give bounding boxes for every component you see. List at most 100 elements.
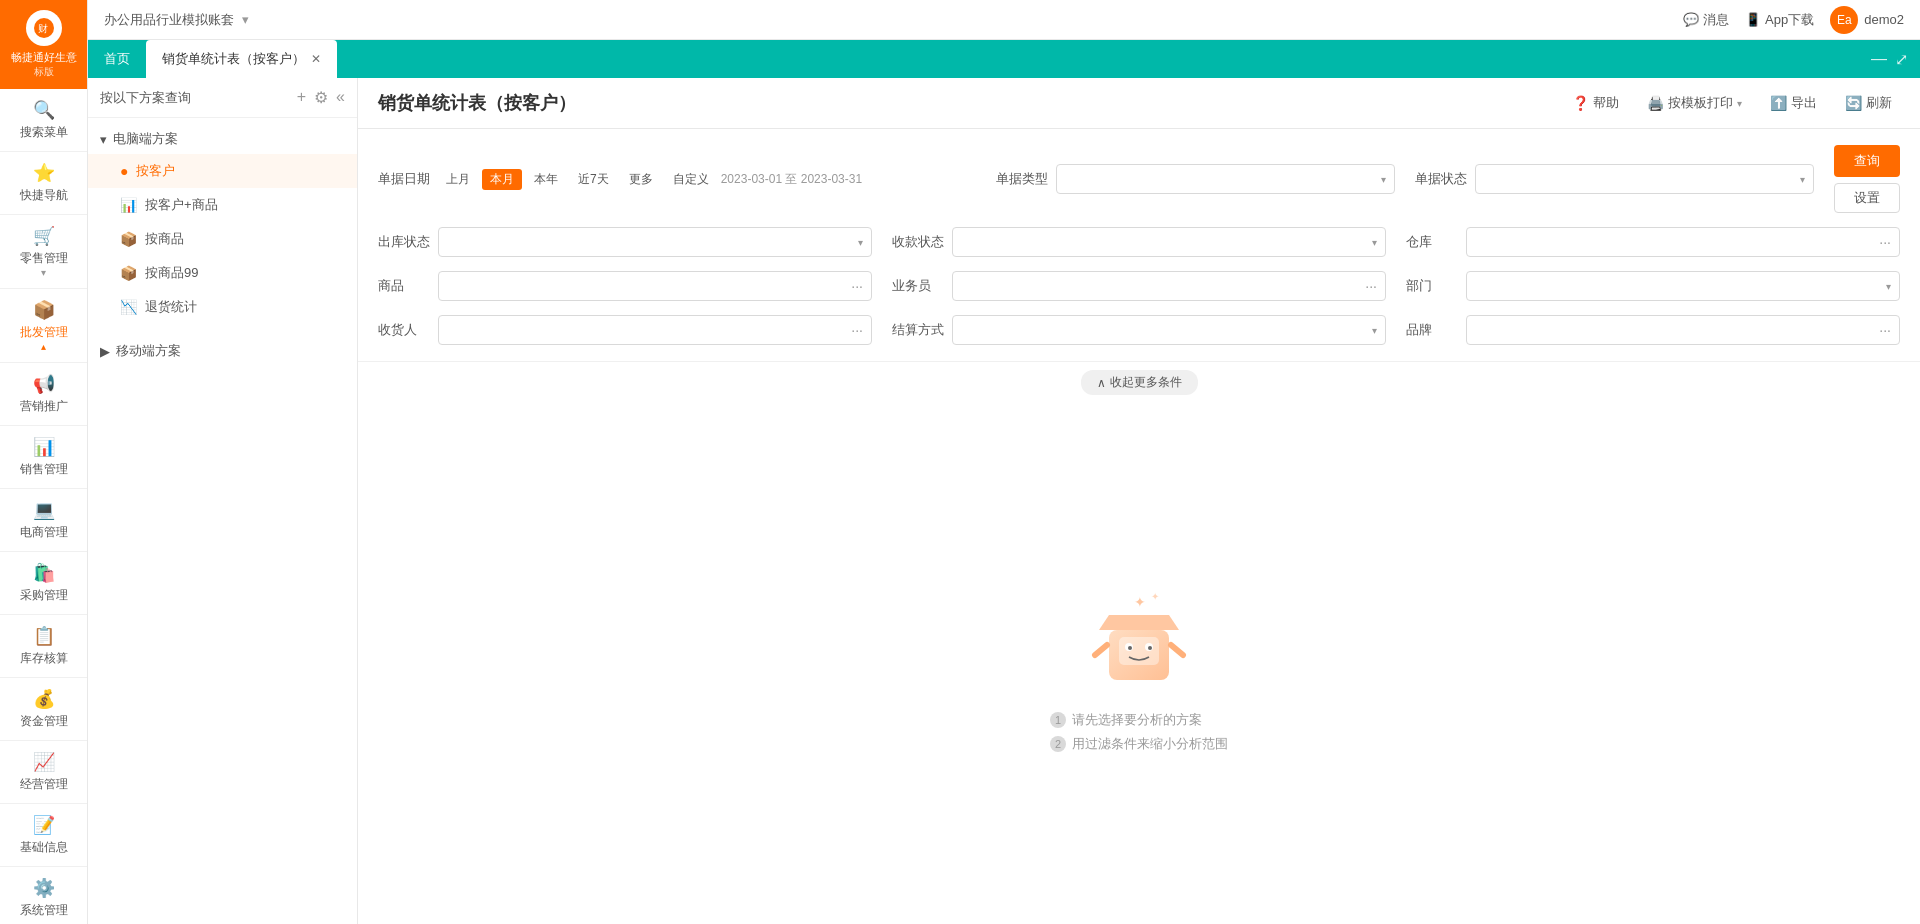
- filter-group-receipt-status: 收款状态 ▾: [892, 227, 1386, 257]
- print-dropdown-icon: ▾: [1737, 98, 1742, 109]
- tab-home[interactable]: 首页: [88, 40, 146, 78]
- panel-group-mobile[interactable]: ▶ 移动端方案: [88, 336, 357, 366]
- user-area[interactable]: Ea demo2: [1830, 6, 1904, 34]
- collapse-button[interactable]: ∧ 收起更多条件: [1081, 370, 1198, 395]
- sidebar-item-quick[interactable]: ⭐ 快捷导航: [0, 152, 87, 215]
- action-col: 查询 设置: [1834, 145, 1900, 213]
- main-wrapper: 办公用品行业模拟账套 ▾ 💬 消息 📱 App下载 Ea demo2 首页 销货…: [88, 0, 1920, 924]
- print-btn[interactable]: 🖨️ 按模板打印 ▾: [1639, 90, 1750, 116]
- sidebar-item-finance[interactable]: 💰 资金管理: [0, 678, 87, 741]
- sidebar-item-label: 营销推广: [20, 398, 68, 415]
- salesperson-label: 业务员: [892, 277, 944, 295]
- order-status-input[interactable]: ▾: [1475, 164, 1814, 194]
- sidebar-item-wholesale[interactable]: 📦 批发管理 ▴: [0, 289, 87, 363]
- sidebar-item-sales[interactable]: 📊 销售管理: [0, 426, 87, 489]
- salesperson-dots: ···: [1365, 278, 1377, 294]
- date-btn-last-7[interactable]: 近7天: [570, 169, 617, 190]
- sidebar-item-label: 采购管理: [20, 587, 68, 604]
- panel-collapse-btn[interactable]: «: [336, 88, 345, 107]
- panel-add-btn[interactable]: +: [297, 88, 306, 107]
- sidebar-item-label: 零售管理: [20, 250, 68, 267]
- sidebar-item-inventory[interactable]: 📋 库存核算: [0, 615, 87, 678]
- tab-sales-stats-label: 销货单统计表（按客户）: [162, 50, 305, 68]
- arrow-down-icon: ▾: [100, 132, 107, 147]
- salesperson-input[interactable]: ···: [952, 271, 1386, 301]
- message-btn[interactable]: 💬 消息: [1683, 11, 1729, 29]
- date-btn-custom[interactable]: 自定义: [665, 169, 717, 190]
- panel-item-return-stats[interactable]: 📉 退货统计: [88, 290, 357, 324]
- empty-tip-1: 1 请先选择要分析的方案: [1050, 711, 1228, 729]
- svg-line-12: [1171, 645, 1183, 655]
- finance-icon: 💰: [33, 688, 55, 710]
- settings-button[interactable]: 设置: [1834, 183, 1900, 213]
- date-btn-more[interactable]: 更多: [621, 169, 661, 190]
- inventory-icon: 📋: [33, 625, 55, 647]
- filter-row-2: 出库状态 ▾ 收款状态 ▾ 仓库: [378, 227, 1900, 257]
- order-type-input[interactable]: ▾: [1056, 164, 1395, 194]
- logo-name: 畅捷通好生意: [11, 50, 77, 65]
- collapse-label: 收起更多条件: [1110, 374, 1182, 391]
- return-icon: 📉: [120, 299, 137, 315]
- payment-arrow: ▾: [1372, 325, 1377, 336]
- filter-row-3: 商品 ··· 业务员 ··· 部门: [378, 271, 1900, 301]
- warehouse-input[interactable]: ···: [1466, 227, 1900, 257]
- date-btn-this-month[interactable]: 本月: [482, 169, 522, 190]
- goods-input[interactable]: ···: [438, 271, 872, 301]
- tab-close-icon[interactable]: ✕: [311, 52, 321, 66]
- print-icon: 🖨️: [1647, 95, 1664, 111]
- app-download-label: App下载: [1765, 11, 1814, 29]
- tab-maximize-btn[interactable]: ⤢: [1895, 50, 1908, 69]
- dropdown-icon[interactable]: ▾: [242, 12, 249, 27]
- sidebar-item-ecommerce[interactable]: 💻 电商管理: [0, 489, 87, 552]
- marketing-icon: 📢: [33, 373, 55, 395]
- sidebar-item-system[interactable]: ⚙️ 系统管理: [0, 867, 87, 924]
- tab-minimize-btn[interactable]: —: [1871, 50, 1887, 68]
- filter-group-out-status: 出库状态 ▾: [378, 227, 872, 257]
- brand-input[interactable]: ···: [1466, 315, 1900, 345]
- industry-label: 办公用品行业模拟账套: [104, 11, 234, 29]
- panel-item-by-goods[interactable]: 📦 按商品: [88, 222, 357, 256]
- header-right: 💬 消息 📱 App下载 Ea demo2: [1683, 6, 1904, 34]
- out-status-input[interactable]: ▾: [438, 227, 872, 257]
- sidebar-item-label: 销售管理: [20, 461, 68, 478]
- receipt-status-input[interactable]: ▾: [952, 227, 1386, 257]
- goods-99-icon: 📦: [120, 265, 137, 281]
- panel-item-customer-goods[interactable]: 📊 按客户+商品: [88, 188, 357, 222]
- purchase-icon: 🛍️: [33, 562, 55, 584]
- empty-tip-2-text: 用过滤条件来缩小分析范围: [1072, 735, 1228, 753]
- export-btn[interactable]: ⬆️ 导出: [1762, 90, 1825, 116]
- tab-sales-stats[interactable]: 销货单统计表（按客户） ✕: [146, 40, 337, 78]
- refresh-icon: 🔄: [1845, 95, 1862, 111]
- date-btn-this-year[interactable]: 本年: [526, 169, 566, 190]
- department-input[interactable]: ▾: [1466, 271, 1900, 301]
- panel-item-by-customer[interactable]: ● 按客户: [88, 154, 357, 188]
- query-button[interactable]: 查询: [1834, 145, 1900, 177]
- sidebar-item-search[interactable]: 🔍 搜索菜单: [0, 89, 87, 152]
- panel-item-by-goods-99[interactable]: 📦 按商品99: [88, 256, 357, 290]
- svg-text:✦: ✦: [1151, 591, 1159, 602]
- export-icon: ⬆️: [1770, 95, 1787, 111]
- sidebar-item-basic[interactable]: 📝 基础信息: [0, 804, 87, 867]
- help-btn[interactable]: ❓ 帮助: [1564, 90, 1627, 116]
- left-panel-header: 按以下方案查询 + ⚙ «: [88, 78, 357, 118]
- receipt-status-arrow: ▾: [1372, 237, 1377, 248]
- department-arrow: ▾: [1886, 281, 1891, 292]
- refresh-btn[interactable]: 🔄 刷新: [1837, 90, 1900, 116]
- panel-item-customer-goods-label: 按客户+商品: [145, 196, 218, 214]
- panel-item-return-stats-label: 退货统计: [145, 298, 197, 316]
- payment-input[interactable]: ▾: [952, 315, 1386, 345]
- panel-settings-btn[interactable]: ⚙: [314, 88, 328, 107]
- sidebar-item-label: 经营管理: [20, 776, 68, 793]
- sidebar-item-operation[interactable]: 📈 经营管理: [0, 741, 87, 804]
- filter-group-order-status: 单据状态 ▾: [1415, 164, 1814, 194]
- receiver-input[interactable]: ···: [438, 315, 872, 345]
- panel-group-desktop[interactable]: ▾ 电脑端方案: [88, 124, 357, 154]
- left-panel: 按以下方案查询 + ⚙ « ▾ 电脑端方案 ● 按客户 📊 按客: [88, 78, 358, 924]
- sidebar-item-label: 库存核算: [20, 650, 68, 667]
- sidebar-item-purchase[interactable]: 🛍️ 采购管理: [0, 552, 87, 615]
- date-btn-last-month[interactable]: 上月: [438, 169, 478, 190]
- sidebar-item-marketing[interactable]: 📢 营销推广: [0, 363, 87, 426]
- sidebar-item-retail[interactable]: 🛒 零售管理 ▾: [0, 215, 87, 289]
- app-download-btn[interactable]: 📱 App下载: [1745, 11, 1814, 29]
- page-header: 销货单统计表（按客户） ❓ 帮助 🖨️ 按模板打印 ▾ ⬆️ 导出: [358, 78, 1920, 129]
